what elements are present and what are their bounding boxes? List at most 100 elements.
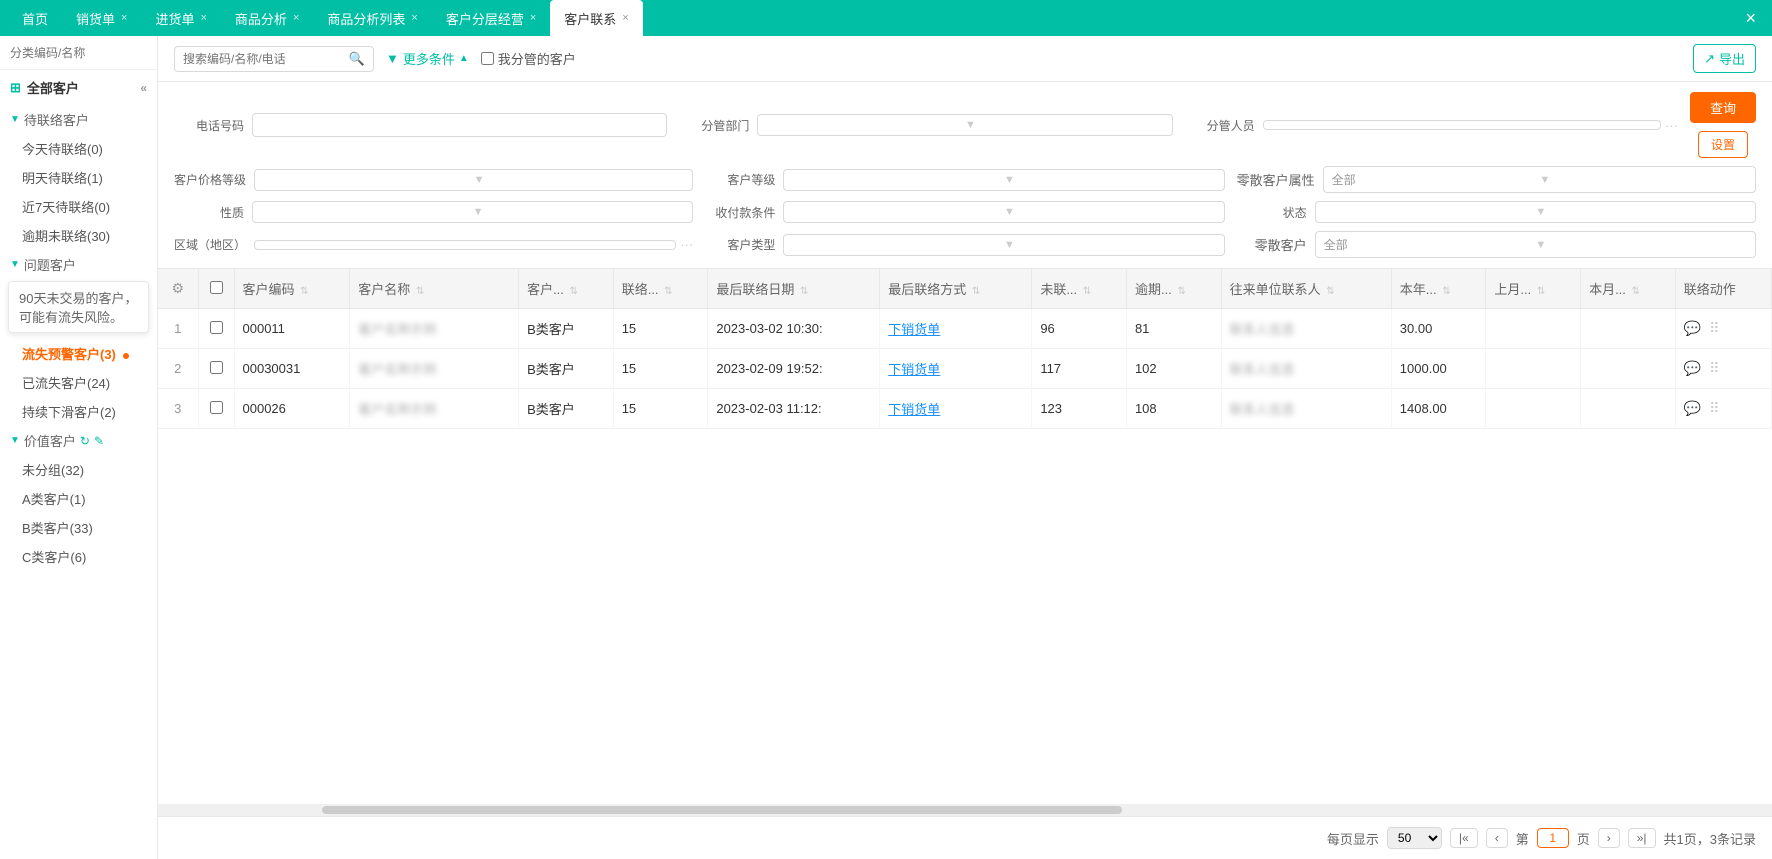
action-chat-icon[interactable]: 💬	[1684, 360, 1701, 377]
horizontal-scrollbar[interactable]	[158, 804, 1772, 816]
nature-select[interactable]: ▼	[252, 201, 693, 223]
select-all-checkbox[interactable]	[210, 281, 223, 294]
cell-last-method: 下销货单	[880, 389, 1032, 429]
sidebar-item-class-a[interactable]: A类客户(1)	[0, 484, 157, 513]
action-more-icon[interactable]: ⠿	[1709, 400, 1719, 417]
sidebar-item-class-b[interactable]: B类客户(33)	[0, 513, 157, 542]
sidebar-item-declining[interactable]: 持续下滑客户(2)	[0, 397, 157, 426]
sort-icon-this-month[interactable]: ⇅	[1632, 286, 1640, 297]
sidebar-item-7days[interactable]: 近7天待联络(0)	[0, 192, 157, 221]
sidebar-item-churn-warning[interactable]: 流失预警客户(3)	[0, 339, 157, 368]
per-page-select[interactable]: 50 100 200	[1387, 827, 1442, 849]
search-input[interactable]	[183, 52, 349, 66]
person-more-icon[interactable]: ···	[1665, 118, 1678, 133]
zero-attr-select[interactable]: 全部 ▼	[1323, 166, 1756, 193]
sort-icon-category[interactable]: ⇅	[570, 286, 578, 297]
sort-icon-name[interactable]: ⇅	[416, 286, 424, 297]
region-more-icon[interactable]: ···	[680, 237, 693, 252]
cell-contact: 15	[613, 309, 708, 349]
page-last-btn[interactable]: »|	[1628, 828, 1656, 848]
page-first-btn[interactable]: |«	[1450, 828, 1478, 848]
sidebar-section-value[interactable]: ▼ 价值客户 ↻ ✎	[0, 426, 157, 455]
tab-close-purchase[interactable]: ×	[200, 12, 206, 24]
cell-this-year: 1000.00	[1391, 349, 1486, 389]
sidebar-all-customers[interactable]: ⊞ 全部客户 «	[0, 70, 157, 105]
sort-icon-last-method[interactable]: ⇅	[972, 286, 980, 297]
price-level-select[interactable]: ▼	[254, 169, 693, 191]
more-conditions-btn[interactable]: ▼ 更多条件 ▲	[386, 49, 469, 68]
last-method-link[interactable]: 下销货单	[888, 322, 940, 337]
sort-icon-contact[interactable]: ⇅	[664, 286, 672, 297]
tab-sales[interactable]: 销货单 ×	[62, 0, 141, 36]
tab-customer-contact[interactable]: 客户联系 ×	[550, 0, 642, 36]
action-more-icon[interactable]: ⠿	[1709, 320, 1719, 337]
sidebar-item-tomorrow[interactable]: 明天待联络(1)	[0, 163, 157, 192]
cell-num: 1	[158, 309, 198, 349]
dept-select[interactable]: ▼	[757, 114, 1172, 136]
zero-customer-select[interactable]: 全部 ▼	[1315, 231, 1756, 258]
phone-input[interactable]	[252, 113, 667, 137]
window-close-button[interactable]: ×	[1737, 8, 1764, 29]
sidebar-item-today[interactable]: 今天待联络(0)	[0, 134, 157, 163]
row-checkbox-0[interactable]	[210, 321, 223, 334]
sort-icon-last-date[interactable]: ⇅	[800, 286, 808, 297]
edit-icon-value[interactable]: ✎	[94, 434, 104, 448]
advanced-filter: 电话号码 分管部门 ▼ 分管人员 ···	[158, 82, 1772, 269]
adv-field-status: 状态 ▼	[1237, 201, 1756, 223]
sidebar-collapse-icon[interactable]: «	[140, 81, 147, 95]
page-next-btn[interactable]: ›	[1598, 828, 1620, 848]
person-select[interactable]	[1263, 120, 1661, 130]
sort-icon-overdue[interactable]: ⇅	[1177, 286, 1185, 297]
row-checkbox-2[interactable]	[210, 401, 223, 414]
main-layout: 🔍 ⊞ 全部客户 « ▼ 待联络客户 今天待联络(0) 明天待联络(1) 近7天…	[0, 36, 1772, 859]
sort-icon-this-year[interactable]: ⇅	[1442, 286, 1450, 297]
sidebar-item-churned[interactable]: 已流失客户(24)	[0, 368, 157, 397]
tab-purchase[interactable]: 进货单 ×	[141, 0, 220, 36]
query-button[interactable]: 查询	[1690, 92, 1756, 123]
sort-icon-no-contact[interactable]: ⇅	[1083, 286, 1091, 297]
my-customers-check[interactable]	[481, 52, 494, 65]
page-prev-btn[interactable]: ‹	[1486, 828, 1508, 848]
level-select[interactable]: ▼	[783, 169, 1224, 191]
my-customers-checkbox[interactable]: 我分管的客户	[481, 49, 576, 68]
tab-customer-tier[interactable]: 客户分层经营 ×	[432, 0, 550, 36]
sidebar-item-class-c[interactable]: C类客户(6)	[0, 542, 157, 571]
action-more-icon[interactable]: ⠿	[1709, 360, 1719, 377]
sidebar-section-pending[interactable]: ▼ 待联络客户	[0, 105, 157, 134]
sidebar-search-input[interactable]	[10, 46, 158, 60]
filter-icon: ▼	[386, 51, 399, 66]
last-method-link[interactable]: 下销货单	[888, 402, 940, 417]
sort-icon-code[interactable]: ⇅	[300, 286, 308, 297]
sort-icon-last-month[interactable]: ⇅	[1537, 286, 1545, 297]
tab-close-customer-tier[interactable]: ×	[530, 12, 536, 24]
sidebar-item-overdue[interactable]: 逾期未联络(30)	[0, 221, 157, 250]
action-chat-icon[interactable]: 💬	[1684, 400, 1701, 417]
tab-analysis-list[interactable]: 商品分析列表 ×	[313, 0, 431, 36]
cell-category: B类客户	[519, 389, 614, 429]
payment-select[interactable]: ▼	[783, 201, 1224, 223]
sidebar-item-ungroup[interactable]: 未分组(32)	[0, 455, 157, 484]
settings-icon[interactable]: ⚙	[171, 280, 184, 296]
adv-field-zero-attr: 零散客户属性 全部 ▼	[1237, 166, 1756, 193]
last-method-link[interactable]: 下销货单	[888, 362, 940, 377]
region-select[interactable]	[254, 240, 676, 250]
tab-close-analysis-list[interactable]: ×	[411, 12, 417, 24]
tab-close-sales[interactable]: ×	[121, 12, 127, 24]
action-chat-icon[interactable]: 💬	[1684, 320, 1701, 337]
sidebar-section-problem[interactable]: ▼ 问题客户	[0, 250, 157, 279]
status-select[interactable]: ▼	[1315, 201, 1756, 223]
cell-no-contact: 123	[1032, 389, 1127, 429]
export-button[interactable]: ↗ 导出	[1693, 44, 1756, 73]
tab-close-analysis[interactable]: ×	[293, 12, 299, 24]
th-overdue: 逾期... ⇅	[1126, 269, 1221, 309]
sort-icon-unit-contact[interactable]: ⇅	[1326, 286, 1334, 297]
tab-close-customer-contact[interactable]: ×	[622, 12, 628, 24]
tab-analysis[interactable]: 商品分析 ×	[221, 0, 313, 36]
row-checkbox-1[interactable]	[210, 361, 223, 374]
refresh-icon-value[interactable]: ↻	[80, 434, 90, 448]
type-select[interactable]: ▼	[783, 234, 1224, 256]
tab-home[interactable]: 首页	[8, 0, 62, 36]
setting-button[interactable]: 设置	[1698, 131, 1748, 158]
scrollbar-thumb[interactable]	[322, 806, 1122, 814]
th-unit-contact: 往来单位联系人 ⇅	[1221, 269, 1391, 309]
